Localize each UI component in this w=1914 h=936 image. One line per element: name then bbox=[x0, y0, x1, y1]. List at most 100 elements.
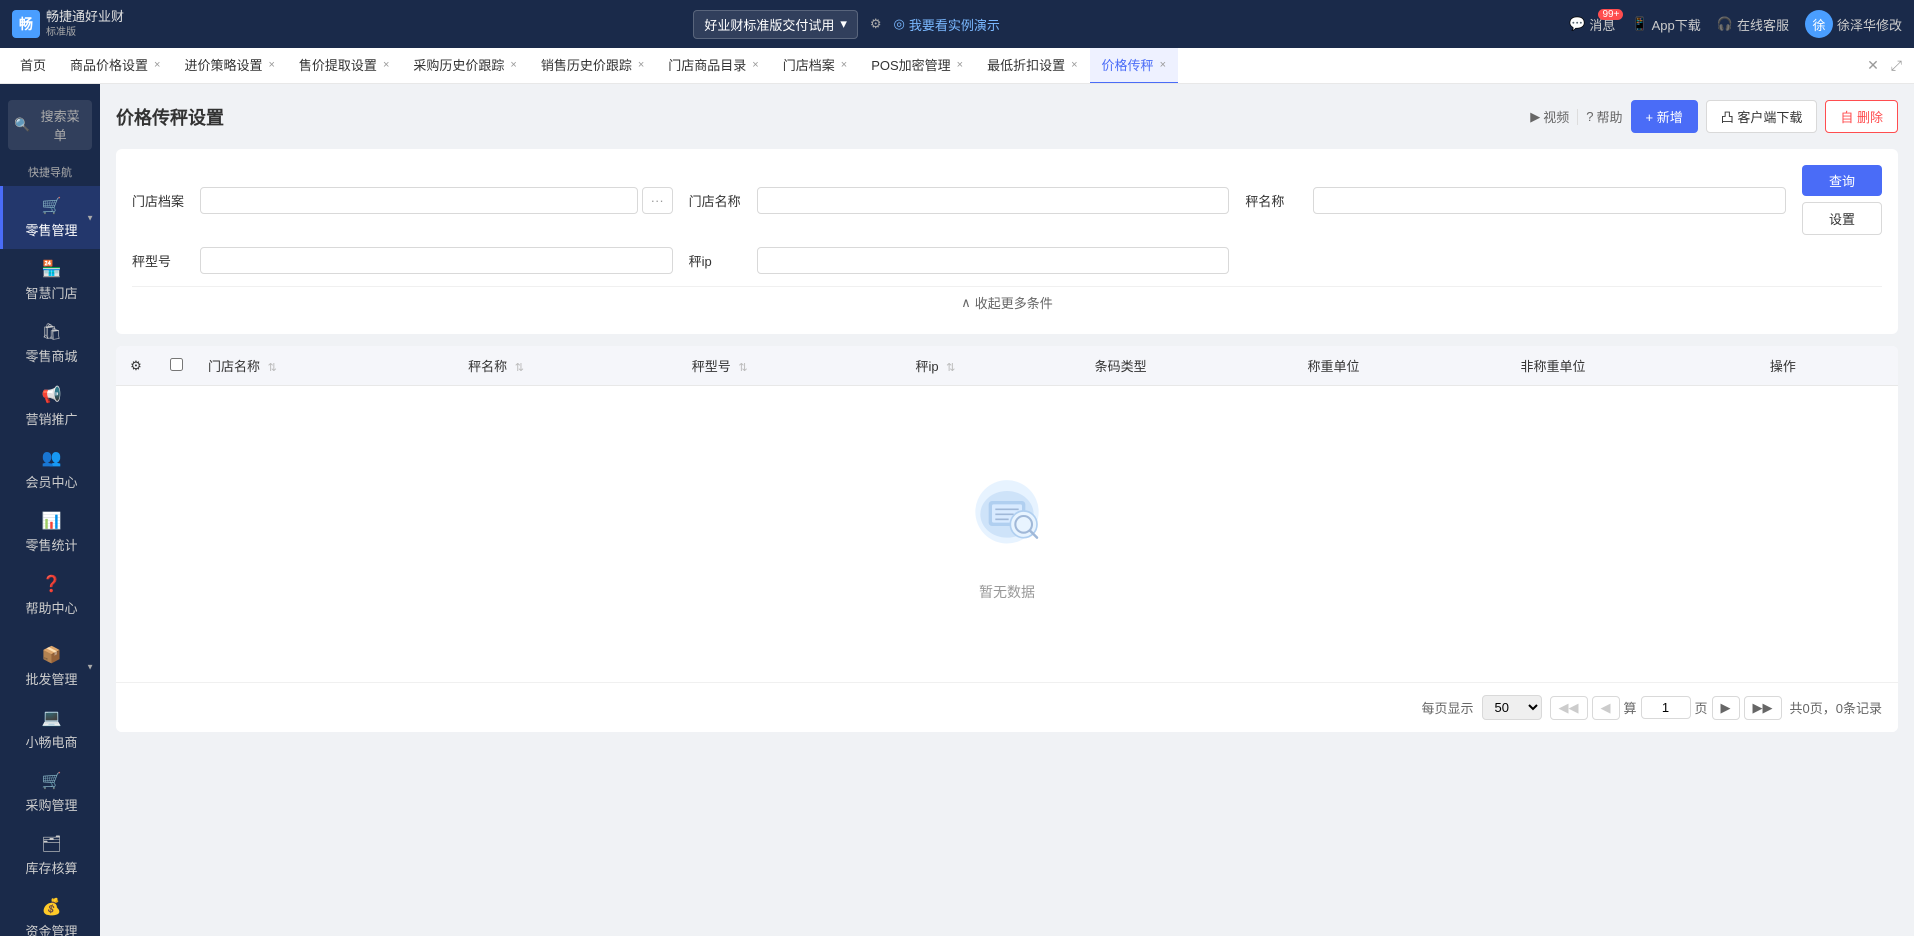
purchase-icon: 🛒 bbox=[42, 771, 62, 791]
select-all-checkbox[interactable] bbox=[170, 358, 183, 371]
delete-button[interactable]: 自 删除 bbox=[1825, 100, 1898, 133]
page-first-button[interactable]: ◀◀ bbox=[1550, 696, 1588, 720]
close-icon[interactable]: × bbox=[383, 59, 389, 71]
search-icon: 🔍 bbox=[14, 117, 30, 133]
sidebar-item-smart-store[interactable]: 🏪 智慧门店 bbox=[0, 249, 100, 312]
close-icon[interactable]: × bbox=[154, 59, 160, 71]
tab-store-catalog[interactable]: 门店商品目录 × bbox=[656, 48, 770, 84]
sidebar-item-wholesale[interactable]: 📦 批发管理 bbox=[0, 635, 100, 698]
tab-sales-history[interactable]: 销售历史价跟踪 × bbox=[529, 48, 656, 84]
top-bar-center: 好业财标准版交付试用 ▾ ⚙ ◎ 我要看实例演示 bbox=[693, 10, 1000, 39]
tab-purchase-history[interactable]: 采购历史价跟踪 × bbox=[401, 48, 528, 84]
tab-close-button[interactable]: ✕ bbox=[1863, 53, 1883, 78]
sidebar-item-label: 批发管理 bbox=[25, 669, 77, 688]
th-barcode-type: 条码类型 bbox=[1083, 346, 1296, 386]
page-title: 价格传秤设置 bbox=[116, 104, 224, 130]
close-icon[interactable]: × bbox=[1160, 59, 1166, 71]
sidebar-item-inventory[interactable]: 🗂 库存核算 bbox=[0, 824, 100, 887]
client-download-button[interactable]: 凸 客户端下载 bbox=[1706, 100, 1818, 133]
tab-price-strategy[interactable]: 进价策略设置 × bbox=[172, 48, 286, 84]
close-icon[interactable]: × bbox=[841, 59, 847, 71]
tab-pos-encrypt[interactable]: POS加密管理 × bbox=[859, 48, 975, 84]
collapse-icon: ∧ bbox=[961, 295, 971, 311]
top-bar: 畅 畅捷通好业财 标准版 好业财标准版交付试用 ▾ ⚙ ◎ 我要看实例演示 💬 … bbox=[0, 0, 1914, 48]
video-link[interactable]: ▶ 视频 bbox=[1530, 107, 1569, 126]
scale-model-label: 秤型号 bbox=[132, 251, 192, 270]
store-name-input[interactable] bbox=[757, 187, 1230, 214]
tab-home[interactable]: 首页 bbox=[8, 48, 58, 84]
tab-maximize-button[interactable]: ⤢ bbox=[1887, 53, 1906, 78]
sidebar-item-retail[interactable]: 🛒 零售管理 bbox=[0, 186, 100, 249]
page-last-button[interactable]: ▶▶ bbox=[1744, 696, 1782, 720]
sidebar-item-finance[interactable]: 💰 资金管理 bbox=[0, 887, 100, 936]
search-menu-button[interactable]: 🔍 搜索菜单 bbox=[8, 100, 92, 150]
sidebar-item-ecommerce[interactable]: 🛍 零售商城 bbox=[0, 312, 100, 375]
tab-price-extract[interactable]: 售价提取设置 × bbox=[287, 48, 401, 84]
tab-price-scale[interactable]: 价格传秤 × bbox=[1090, 48, 1178, 84]
query-button[interactable]: 查询 bbox=[1802, 165, 1882, 196]
online-service-button[interactable]: 🎧 在线客服 bbox=[1717, 15, 1789, 34]
sort-icon: ⇅ bbox=[515, 362, 524, 374]
page-size-select[interactable]: 50 10 20 100 bbox=[1482, 695, 1542, 720]
env-selector[interactable]: 好业财标准版交付试用 ▾ bbox=[693, 10, 858, 39]
collapse-bar[interactable]: ∧ 收起更多条件 bbox=[132, 286, 1882, 318]
app-download-button[interactable]: 📱 App下载 bbox=[1631, 15, 1700, 34]
sidebar-item-label: 营销推广 bbox=[25, 409, 77, 428]
close-icon[interactable]: × bbox=[268, 59, 274, 71]
close-icon[interactable]: × bbox=[510, 59, 516, 71]
th-settings[interactable]: ⚙ bbox=[116, 346, 156, 386]
table-wrapper: ⚙ 门店名称 ⇅ 秤名称 ⇅ 秤型号 ⇅ 秤ip ⇅ 条码类型 称重单位 非称重 bbox=[116, 346, 1898, 386]
scale-model-input[interactable] bbox=[200, 247, 673, 274]
tab-min-discount[interactable]: 最低折扣设置 × bbox=[975, 48, 1089, 84]
filter-store-archive: 门店档案 ··· bbox=[132, 187, 673, 214]
sidebar-item-marketing[interactable]: 📢 营销推广 bbox=[0, 375, 100, 438]
th-weight-unit: 称重单位 bbox=[1296, 346, 1509, 386]
pagination-nav: ◀◀ ◀ 算 页 ▶ ▶▶ bbox=[1550, 696, 1782, 720]
demo-link[interactable]: ◎ 我要看实例演示 bbox=[894, 15, 1000, 34]
empty-state: 暂无数据 bbox=[116, 386, 1898, 682]
tab-store-archive[interactable]: 门店档案 × bbox=[771, 48, 859, 84]
help-icon: ❓ bbox=[42, 574, 62, 594]
sidebar-search[interactable]: 🔍 搜索菜单 bbox=[0, 92, 100, 158]
help-link[interactable]: ? 帮助 bbox=[1586, 107, 1622, 126]
app-logo-icon: 畅 bbox=[12, 10, 40, 38]
message-button[interactable]: 💬 消息 99+ bbox=[1569, 15, 1615, 34]
store-archive-input[interactable] bbox=[200, 187, 638, 214]
sidebar-item-label: 帮助中心 bbox=[25, 598, 77, 617]
question-icon: ? bbox=[1586, 109, 1593, 124]
page-next-button[interactable]: ▶ bbox=[1712, 696, 1740, 720]
scale-ip-input[interactable] bbox=[757, 247, 1230, 274]
add-button[interactable]: + 新增 bbox=[1631, 100, 1698, 133]
sidebar-item-member[interactable]: 👥 会员中心 bbox=[0, 438, 100, 501]
page-number-label: 算 bbox=[1624, 698, 1637, 717]
sidebar-item-label: 零售管理 bbox=[25, 220, 77, 239]
set-button[interactable]: 设置 bbox=[1802, 202, 1882, 235]
sidebar-item-xc-ecommerce[interactable]: 💻 小畅电商 bbox=[0, 698, 100, 761]
store-name-label: 门店名称 bbox=[689, 191, 749, 210]
sidebar-item-label: 库存核算 bbox=[25, 858, 77, 877]
sidebar-item-purchase[interactable]: 🛒 采购管理 bbox=[0, 761, 100, 824]
close-icon[interactable]: × bbox=[752, 59, 758, 71]
user-menu[interactable]: 徐 徐泽华修改 bbox=[1805, 10, 1902, 38]
page-prev-button[interactable]: ◀ bbox=[1592, 696, 1620, 720]
scale-name-label: 秤名称 bbox=[1245, 191, 1305, 210]
close-icon[interactable]: × bbox=[638, 59, 644, 71]
filter-store-name: 门店名称 bbox=[689, 187, 1230, 214]
filter-row-2: 秤型号 秤ip bbox=[132, 247, 1882, 274]
store-archive-dots-button[interactable]: ··· bbox=[642, 187, 673, 214]
filter-scale-model: 秤型号 bbox=[132, 247, 673, 274]
sidebar-item-label: 智慧门店 bbox=[25, 283, 77, 302]
top-settings-button[interactable]: ⚙ bbox=[866, 12, 886, 36]
close-icon[interactable]: × bbox=[1071, 59, 1077, 71]
page-number-input[interactable] bbox=[1641, 696, 1691, 719]
quick-nav-button[interactable]: 快捷导航 bbox=[0, 158, 100, 186]
sidebar-item-label: 会员中心 bbox=[25, 472, 77, 491]
th-non-weight-unit: 非称重单位 bbox=[1508, 346, 1757, 386]
scale-name-input[interactable] bbox=[1313, 187, 1786, 214]
close-icon[interactable]: × bbox=[957, 59, 963, 71]
message-icon: 💬 bbox=[1569, 16, 1585, 32]
tab-product-price[interactable]: 商品价格设置 × bbox=[58, 48, 172, 84]
store-archive-input-group: ··· bbox=[200, 187, 673, 214]
sidebar-item-help[interactable]: ❓ 帮助中心 bbox=[0, 564, 100, 627]
sidebar-item-retail-stats[interactable]: 📊 零售统计 bbox=[0, 501, 100, 564]
